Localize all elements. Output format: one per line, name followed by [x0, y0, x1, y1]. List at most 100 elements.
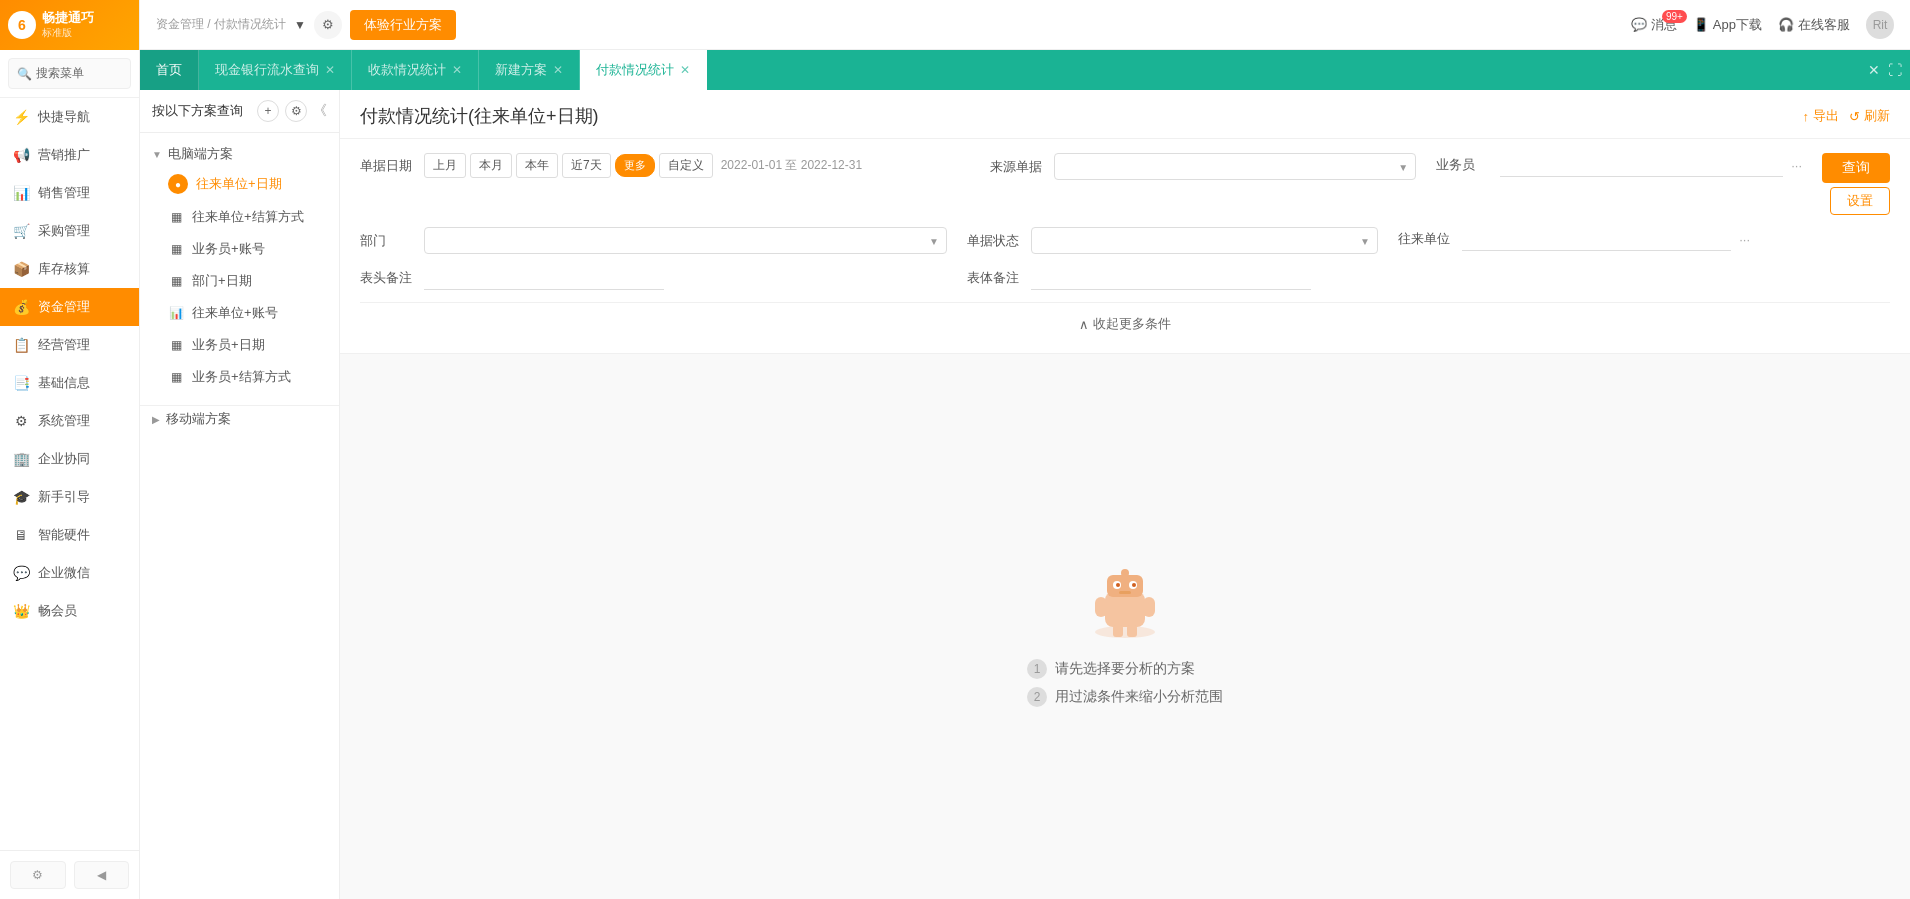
- date-range-display: 2022-01-01 至 2022-12-31: [721, 157, 862, 174]
- scheme-item-unit-account[interactable]: 📊 往来单位+账号: [140, 297, 339, 329]
- date-btn-more[interactable]: 更多: [615, 154, 655, 177]
- tab-close-payment-stats[interactable]: ✕: [680, 63, 690, 77]
- sidebar-item-finance[interactable]: 💰 资金管理: [0, 288, 139, 326]
- scheme-item-staff-account[interactable]: ▦ 业务员+账号: [140, 233, 339, 265]
- scheme-item-staff-settle[interactable]: ▦ 业务员+结算方式: [140, 361, 339, 393]
- collapse-more-button[interactable]: ∧ 收起更多条件: [1079, 309, 1171, 339]
- desktop-scheme-group-title[interactable]: ▼ 电脑端方案: [140, 141, 339, 167]
- sidebar-item-wechat[interactable]: 💬 企业微信: [0, 554, 139, 592]
- sidebar-item-inventory[interactable]: 📦 库存核算: [0, 250, 139, 288]
- body-note-input[interactable]: [1031, 266, 1311, 290]
- enterprise-icon: 🏢: [12, 450, 30, 468]
- wechat-icon: 💬: [12, 564, 30, 582]
- scheme-item-staff-date[interactable]: ▦ 业务员+日期: [140, 329, 339, 361]
- marketing-icon: 📢: [12, 146, 30, 164]
- sidebar-item-sales[interactable]: 📊 销售管理: [0, 174, 139, 212]
- tab-receipt-stats[interactable]: 收款情况统计 ✕: [352, 50, 479, 90]
- date-btn-last-month[interactable]: 上月: [424, 153, 466, 178]
- scheme-icon-staff-settle: ▦: [168, 369, 184, 385]
- tab-maximize-button[interactable]: ⛶: [1888, 62, 1902, 78]
- topbar-left: 资金管理 / 付款情况统计 ▼ ⚙ 体验行业方案: [156, 10, 1619, 40]
- tab-new-scheme[interactable]: 新建方案 ✕: [479, 50, 580, 90]
- scheme-icon-staff-date: ▦: [168, 337, 184, 353]
- filter-settings-button[interactable]: 设置: [1830, 187, 1890, 215]
- scheme-icon-unit-settle: ▦: [168, 209, 184, 225]
- svg-point-9: [1116, 583, 1120, 587]
- tab-close-bank-flow[interactable]: ✕: [325, 63, 335, 77]
- scheme-collapse-button[interactable]: 《: [313, 102, 327, 120]
- unit-more-icon[interactable]: ···: [1739, 232, 1750, 247]
- filter-item-staff: 业务员 ···: [1436, 153, 1802, 177]
- sidebar-settings-button[interactable]: ⚙: [10, 861, 66, 889]
- tab-close-new-scheme[interactable]: ✕: [553, 63, 563, 77]
- sidebar-search-area: 🔍 搜索菜单: [0, 50, 139, 98]
- date-btn-this-month[interactable]: 本月: [470, 153, 512, 178]
- user-avatar[interactable]: Rit: [1866, 11, 1894, 39]
- staff-input[interactable]: [1500, 153, 1783, 177]
- scheme-item-unit-settle[interactable]: ▦ 往来单位+结算方式: [140, 201, 339, 233]
- unit-input[interactable]: [1462, 227, 1731, 251]
- sidebar-item-quick-nav[interactable]: ⚡ 快捷导航: [0, 98, 139, 136]
- app-download-button[interactable]: 📱 App下载: [1693, 16, 1762, 34]
- sidebar-item-sys-mgmt[interactable]: ⚙ 系统管理: [0, 402, 139, 440]
- tab-close-receipt-stats[interactable]: ✕: [452, 63, 462, 77]
- date-btn-custom[interactable]: 自定义: [659, 153, 713, 178]
- date-btn-this-year[interactable]: 本年: [516, 153, 558, 178]
- tab-close-all-button[interactable]: ✕: [1868, 62, 1880, 78]
- filter-item-date: 单据日期 上月 本月 本年 近7天 更多 自定义 2022-01-01 至 20…: [360, 153, 970, 178]
- source-select[interactable]: [1054, 153, 1417, 180]
- query-area: 付款情况统计(往来单位+日期) ↑ 导出 ↺ 刷新 单: [340, 90, 1910, 899]
- header-note-input[interactable]: [424, 266, 664, 290]
- export-button[interactable]: ↑ 导出: [1803, 107, 1840, 125]
- mobile-scheme-group[interactable]: ▶ 移动端方案: [140, 405, 339, 432]
- scheme-add-button[interactable]: +: [257, 100, 279, 122]
- svg-rect-4: [1113, 625, 1123, 637]
- tip-num-1: 1: [1027, 659, 1047, 679]
- sales-icon: 📊: [12, 184, 30, 202]
- scheme-panel-header: 按以下方案查询 + ⚙ 《: [140, 90, 339, 133]
- svg-point-0: [1095, 626, 1155, 638]
- search-menu-button[interactable]: 🔍 搜索菜单: [8, 58, 131, 89]
- tab-bank-flow[interactable]: 现金银行流水查询 ✕: [199, 50, 352, 90]
- sidebar-item-enterprise[interactable]: 🏢 企业协同: [0, 440, 139, 478]
- breadcrumb-dropdown[interactable]: ▼: [294, 18, 306, 32]
- refresh-icon: ↺: [1849, 109, 1860, 124]
- filter-row-2: 部门 单据状态 往来单位 ···: [360, 227, 1890, 254]
- trial-button[interactable]: 体验行业方案: [350, 10, 456, 40]
- topbar-settings-button[interactable]: ⚙: [314, 11, 342, 39]
- sidebar-item-hardware[interactable]: 🖥 智能硬件: [0, 516, 139, 554]
- active-scheme-icon: ●: [168, 174, 188, 194]
- scheme-settings-button[interactable]: ⚙: [285, 100, 307, 122]
- quick-nav-icon: ⚡: [12, 108, 30, 126]
- filter-item-doc-status: 单据状态: [967, 227, 1378, 254]
- scheme-item-unit-date[interactable]: ● 往来单位+日期: [140, 167, 339, 201]
- date-btn-7days[interactable]: 近7天: [562, 153, 611, 178]
- staff-more-icon[interactable]: ···: [1791, 158, 1802, 173]
- desktop-group-arrow: ▼: [152, 149, 162, 160]
- refresh-button[interactable]: ↺ 刷新: [1849, 107, 1890, 125]
- basic-info-icon: 📑: [12, 374, 30, 392]
- dept-select[interactable]: [424, 227, 947, 254]
- hardware-icon: 🖥: [12, 526, 30, 544]
- dept-select-wrap: [424, 227, 947, 254]
- tab-home[interactable]: 首页: [140, 50, 199, 90]
- empty-illustration: [1075, 547, 1175, 647]
- sidebar-item-guide[interactable]: 🎓 新手引导: [0, 478, 139, 516]
- sidebar-item-operation[interactable]: 📋 经营管理: [0, 326, 139, 364]
- sidebar-item-basic-info[interactable]: 📑 基础信息: [0, 364, 139, 402]
- scheme-item-dept-date[interactable]: ▦ 部门+日期: [140, 265, 339, 297]
- app-name-block: 畅捷通巧 标准版: [42, 10, 94, 40]
- message-button[interactable]: 💬 消息 99+: [1631, 16, 1677, 34]
- sidebar-collapse-button[interactable]: ◀: [74, 861, 130, 889]
- query-button[interactable]: 查询: [1822, 153, 1890, 183]
- doc-status-select[interactable]: [1031, 227, 1378, 254]
- sidebar-item-marketing[interactable]: 📢 营销推广: [0, 136, 139, 174]
- operation-icon: 📋: [12, 336, 30, 354]
- sidebar: 6 畅捷通巧 标准版 🔍 搜索菜单 ⚡ 快捷导航 📢 营销推广 📊 销售管理 🛒…: [0, 0, 140, 899]
- scheme-panel-actions: + ⚙ 《: [257, 100, 327, 122]
- tab-payment-stats[interactable]: 付款情况统计 ✕: [580, 50, 707, 90]
- sidebar-item-purchase[interactable]: 🛒 采购管理: [0, 212, 139, 250]
- topbar-right: 💬 消息 99+ 📱 App下载 🎧 在线客服 Rit: [1631, 11, 1894, 39]
- online-service-button[interactable]: 🎧 在线客服: [1778, 16, 1850, 34]
- sidebar-item-member[interactable]: 👑 畅会员: [0, 592, 139, 630]
